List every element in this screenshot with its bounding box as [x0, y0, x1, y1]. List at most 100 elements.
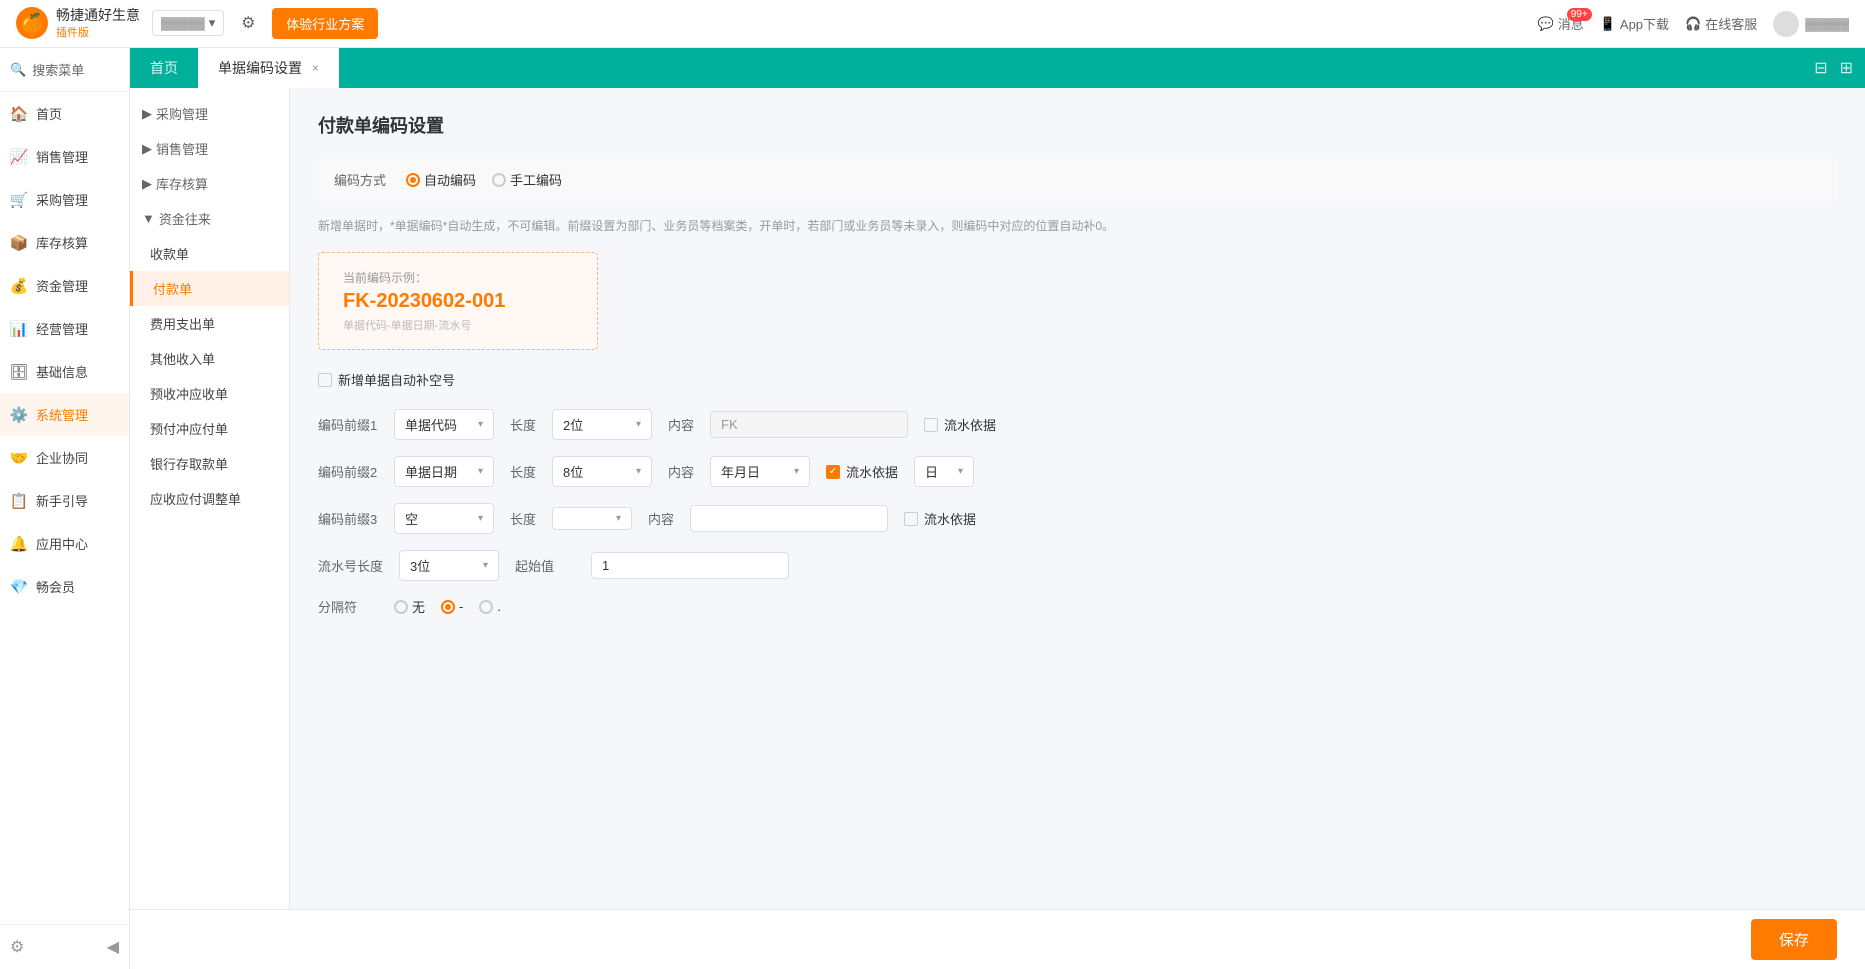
search-icon: 🔍 — [10, 62, 26, 78]
top-bar-right: 💬 消息 99+ 📱 App下载 🎧 在线客服 ▓▓▓▓▓ — [1538, 11, 1849, 37]
sub-item-prepay-receivable[interactable]: 预收冲应收单 — [130, 376, 289, 411]
system-icon: ⚙️ — [10, 406, 28, 424]
sidebar-item-label: 采购管理 — [36, 190, 88, 209]
prefix3-select[interactable]: 空 ▾ — [394, 503, 494, 534]
tab-home[interactable]: 首页 — [130, 48, 198, 88]
sidebar-item-home[interactable]: 🏠 首页 — [0, 92, 129, 135]
code-preview: 当前编码示例： FK-20230602-001 单据代码-单据日期-流水号 — [318, 252, 598, 350]
sidebar-collapse-icon[interactable]: ◀ — [107, 937, 119, 957]
online-service-button[interactable]: 🎧 在线客服 — [1685, 14, 1757, 33]
sidebar-item-finance[interactable]: 💰 资金管理 — [0, 264, 129, 307]
sub-item-receipt[interactable]: 收款单 — [130, 236, 289, 271]
start-value-input[interactable] — [591, 552, 789, 579]
serial1-checkbox[interactable]: 流水依据 — [924, 415, 996, 434]
tab-bar: 首页 单据编码设置 × ⊟ ⊞ — [130, 48, 1865, 88]
top-bar-controls: ▓▓▓▓▓ ▾ ⚙ 体验行业方案 — [152, 7, 378, 39]
sub-group-capital-title[interactable]: ▼ 资金往来 — [130, 201, 289, 236]
sidebar-item-stock[interactable]: 📦 库存核算 — [0, 221, 129, 264]
serial3-checkbox[interactable]: 流水依据 — [904, 509, 976, 528]
sidebar-item-guide[interactable]: 📋 新手引导 — [0, 479, 129, 522]
sub-group-stock: ▶ 库存核算 — [130, 166, 289, 201]
length1-select[interactable]: 2位 ▾ — [552, 409, 652, 440]
sidebar-search[interactable]: 🔍 搜索菜单 — [0, 48, 129, 92]
arrow-right-icon: ▶ — [142, 106, 152, 122]
workspace-dropdown[interactable]: ▓▓▓▓▓ ▾ — [152, 10, 224, 36]
length1-arrow-icon: ▾ — [636, 419, 641, 430]
logo-name: 畅捷通好生意 — [56, 7, 140, 24]
prefix1-value: 单据代码 — [405, 415, 457, 434]
message-button[interactable]: 💬 消息 99+ — [1538, 14, 1584, 33]
sub-group-purchase-title[interactable]: ▶ 采购管理 — [130, 96, 289, 131]
code-preview-label: 当前编码示例： — [343, 269, 573, 286]
tab-close-icon[interactable]: × — [312, 61, 319, 75]
tab-minimize-icon[interactable]: ⊟ — [1814, 58, 1827, 78]
finance-icon: 💰 — [10, 277, 28, 295]
settings-icon-btn[interactable]: ⚙ — [232, 7, 264, 39]
prefix2-arrow-icon: ▾ — [478, 466, 483, 477]
content3-label: 内容 — [648, 509, 674, 528]
content1-input[interactable] — [710, 411, 908, 438]
radio-auto-code[interactable]: 自动编码 — [406, 170, 476, 189]
sidebar-item-label: 企业协同 — [36, 448, 88, 467]
sidebar-item-label: 资金管理 — [36, 276, 88, 295]
logo-area: 🍊 畅捷通好生意 插件版 — [16, 7, 140, 40]
prefix1-select[interactable]: 单据代码 ▾ — [394, 409, 494, 440]
sub-item-prepay-payable[interactable]: 预付冲应付单 — [130, 411, 289, 446]
home-icon: 🏠 — [10, 105, 28, 123]
content2-select[interactable]: 年月日 ▾ — [710, 456, 810, 487]
sep-dot-radio[interactable]: . — [479, 599, 501, 614]
sidebar-settings-icon[interactable]: ⚙ — [10, 937, 24, 957]
length3-select[interactable]: ▾ — [552, 507, 632, 530]
app-download-button[interactable]: 📱 App下载 — [1600, 14, 1669, 33]
serial-length-select[interactable]: 3位 ▾ — [399, 550, 499, 581]
sub-item-adjustment[interactable]: 应收应付调整单 — [130, 481, 289, 516]
sub-group-sales-title[interactable]: ▶ 销售管理 — [130, 131, 289, 166]
main-content: 付款单编码设置 编码方式 自动编码 手工编码 — [290, 88, 1865, 909]
sidebar-item-operation[interactable]: 📊 经营管理 — [0, 307, 129, 350]
headset-icon: 🎧 — [1685, 16, 1701, 32]
sidebar-item-purchase[interactable]: 🛒 采购管理 — [0, 178, 129, 221]
sep-dash-label: - — [459, 599, 463, 614]
tab-maximize-icon[interactable]: ⊞ — [1840, 58, 1853, 78]
serial2-label: 流水依据 — [846, 462, 898, 481]
sidebar-item-label: 畅会员 — [36, 577, 75, 596]
save-button[interactable]: 保存 — [1751, 919, 1837, 960]
radio-manual-code[interactable]: 手工编码 — [492, 170, 562, 189]
prefix2-row: 编码前缀2 单据日期 ▾ 长度 8位 ▾ 内容 年月日 ▾ — [318, 456, 1837, 487]
serial2-period-select[interactable]: 日 ▾ — [914, 456, 974, 487]
serial-length-row: 流水号长度 3位 ▾ 起始值 — [318, 550, 1837, 581]
prefix3-row: 编码前缀3 空 ▾ 长度 ▾ 内容 流水依据 — [318, 503, 1837, 534]
separator-row: 分隔符 无 - . — [318, 597, 1837, 616]
length2-select[interactable]: 8位 ▾ — [552, 456, 652, 487]
arrow-right-icon: ▶ — [142, 141, 152, 157]
sidebar-item-label: 销售管理 — [36, 147, 88, 166]
sep-dash-radio[interactable]: - — [441, 599, 463, 614]
sidebar-item-apps[interactable]: 🔔 应用中心 — [0, 522, 129, 565]
sub-group-stock-title[interactable]: ▶ 库存核算 — [130, 166, 289, 201]
length2-label: 长度 — [510, 462, 536, 481]
sidebar-item-cooperation[interactable]: 🤝 企业协同 — [0, 436, 129, 479]
checkbox-box — [318, 373, 332, 387]
sub-item-bank-savings[interactable]: 银行存取款单 — [130, 446, 289, 481]
sub-item-payment[interactable]: 付款单 — [130, 271, 289, 306]
body-area: ▶ 采购管理 ▶ 销售管理 ▶ 库存核算 — [130, 88, 1865, 909]
serial2-checkbox[interactable]: ✓ 流水依据 — [826, 462, 898, 481]
tab-coding-settings[interactable]: 单据编码设置 × — [198, 48, 339, 88]
prefix2-select[interactable]: 单据日期 ▾ — [394, 456, 494, 487]
sidebar-item-system[interactable]: ⚙️ 系统管理 — [0, 393, 129, 436]
sub-item-other-income[interactable]: 其他收入单 — [130, 341, 289, 376]
sep-none-radio[interactable]: 无 — [394, 597, 425, 616]
auto-fill-checkbox[interactable]: 新增单据自动补空号 — [318, 370, 455, 389]
user-area[interactable]: ▓▓▓▓▓ — [1773, 11, 1849, 37]
logo-icon: 🍊 — [16, 7, 48, 39]
sub-group-sales: ▶ 销售管理 — [130, 131, 289, 166]
serial1-checkbox-box — [924, 418, 938, 432]
sidebar-item-sales[interactable]: 📈 销售管理 — [0, 135, 129, 178]
content3-input[interactable] — [690, 505, 888, 532]
prefix1-arrow-icon: ▾ — [478, 419, 483, 430]
sidebar-item-base[interactable]: 🗄 基础信息 — [0, 350, 129, 393]
sub-item-expense[interactable]: 费用支出单 — [130, 306, 289, 341]
sidebar-item-member[interactable]: 💎 畅会员 — [0, 565, 129, 608]
prefix2-value: 单据日期 — [405, 462, 457, 481]
trial-button[interactable]: 体验行业方案 — [272, 8, 378, 39]
